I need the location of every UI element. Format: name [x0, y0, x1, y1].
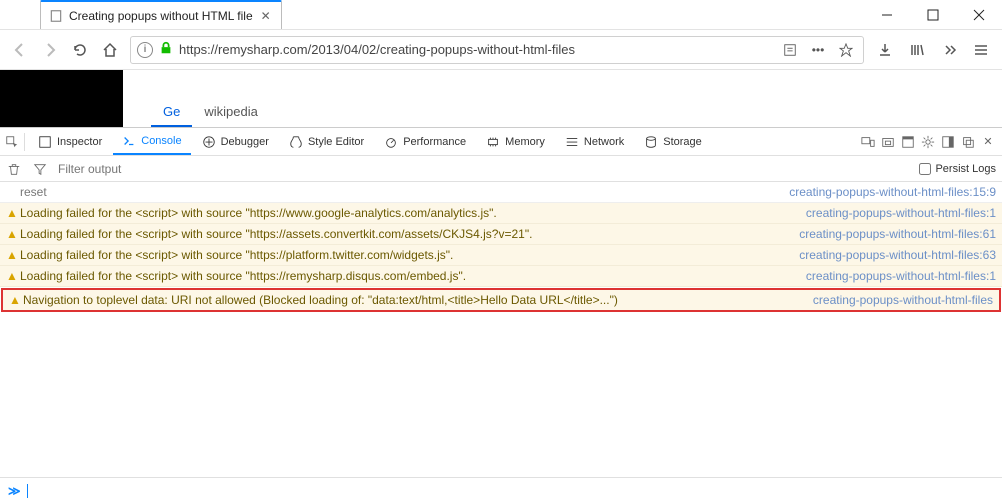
dock-window-icon[interactable]	[960, 134, 976, 150]
menu-icon[interactable]	[970, 39, 992, 61]
console-message: Loading failed for the <script> with sou…	[20, 248, 789, 262]
console-message: reset	[20, 185, 779, 199]
persist-logs-toggle[interactable]: Persist Logs	[919, 163, 996, 175]
home-button[interactable]	[100, 40, 120, 60]
devtools-panel: Inspector Console Debugger Style Editor …	[0, 127, 1002, 312]
console-location[interactable]: creating-popups-without-html-files:1	[796, 206, 996, 220]
close-devtools-icon[interactable]: ✕	[980, 134, 996, 150]
persist-checkbox[interactable]	[919, 163, 931, 175]
console-row: ▲Navigation to toplevel data: URI not al…	[1, 288, 1001, 312]
console-location[interactable]: creating-popups-without-html-files:1	[796, 269, 996, 283]
warning-icon: ▲	[6, 269, 20, 283]
browser-tab[interactable]: Creating popups without HTML file ✕	[40, 0, 282, 29]
input-caret	[27, 484, 28, 498]
back-button[interactable]	[10, 40, 30, 60]
tab-title: Creating popups without HTML file	[69, 9, 253, 23]
library-icon[interactable]	[906, 39, 928, 61]
nav-toolbar: i •••	[0, 30, 1002, 70]
console-message: Navigation to toplevel data: URI not all…	[23, 293, 803, 307]
console-location[interactable]: creating-popups-without-html-files:63	[789, 248, 996, 262]
forward-button[interactable]	[40, 40, 60, 60]
minimize-button[interactable]	[864, 0, 910, 30]
prompt-icon: ≫	[8, 484, 21, 498]
page-icon	[49, 9, 63, 23]
page-tabs: Ge wikipedia	[151, 98, 270, 127]
url-bar[interactable]: i •••	[130, 36, 864, 64]
window-titlebar: Creating popups without HTML file ✕	[0, 0, 1002, 30]
tab-performance[interactable]: Performance	[375, 130, 475, 154]
console-location[interactable]: creating-popups-without-html-files:61	[789, 227, 996, 241]
console-filter-bar: Persist Logs	[0, 156, 1002, 182]
console-output: resetcreating-popups-without-html-files:…	[0, 182, 1002, 312]
console-row: ▲Loading failed for the <script> with so…	[0, 266, 1002, 287]
iframe-picker-icon[interactable]	[900, 134, 916, 150]
settings-icon[interactable]	[920, 134, 936, 150]
tab-inspector[interactable]: Inspector	[29, 130, 111, 154]
reload-button[interactable]	[70, 40, 90, 60]
tab-network[interactable]: Network	[556, 130, 633, 154]
element-picker-icon[interactable]	[4, 134, 20, 150]
page-tab-other[interactable]: wikipedia	[192, 98, 269, 127]
warning-icon: ▲	[6, 248, 20, 262]
tab-debugger[interactable]: Debugger	[193, 130, 278, 154]
warning-icon: ▲	[9, 293, 23, 307]
console-location[interactable]: creating-popups-without-html-files:15:9	[779, 185, 996, 199]
site-info-icon[interactable]: i	[137, 42, 153, 58]
console-row: resetcreating-popups-without-html-files:…	[0, 182, 1002, 203]
warning-icon: ▲	[6, 206, 20, 220]
filter-icon[interactable]	[32, 161, 48, 177]
reader-icon[interactable]	[779, 39, 801, 61]
console-input-line[interactable]: ≫	[0, 477, 1002, 503]
overflow-icon[interactable]	[938, 39, 960, 61]
more-actions-icon[interactable]: •••	[807, 39, 829, 61]
tab-style-editor[interactable]: Style Editor	[280, 130, 373, 154]
tab-memory[interactable]: Memory	[477, 130, 554, 154]
filter-input[interactable]	[58, 162, 909, 176]
responsive-icon[interactable]	[860, 134, 876, 150]
clear-console-icon[interactable]	[6, 161, 22, 177]
close-tab-icon[interactable]: ✕	[259, 9, 273, 23]
downloads-icon[interactable]	[874, 39, 896, 61]
tab-storage[interactable]: Storage	[635, 130, 711, 154]
dock-side-icon[interactable]	[940, 134, 956, 150]
warning-icon	[6, 185, 20, 199]
console-message: Loading failed for the <script> with sou…	[20, 269, 796, 283]
close-window-button[interactable]	[956, 0, 1002, 30]
page-content: Ge wikipedia	[0, 70, 1002, 127]
maximize-button[interactable]	[910, 0, 956, 30]
console-row: ▲Loading failed for the <script> with so…	[0, 224, 1002, 245]
page-tab-active[interactable]: Ge	[151, 98, 192, 127]
console-message: Loading failed for the <script> with sou…	[20, 227, 789, 241]
console-row: ▲Loading failed for the <script> with so…	[0, 203, 1002, 224]
url-input[interactable]	[179, 42, 773, 57]
console-row: ▲Loading failed for the <script> with so…	[0, 245, 1002, 266]
warning-icon: ▲	[6, 227, 20, 241]
console-message: Loading failed for the <script> with sou…	[20, 206, 796, 220]
console-location[interactable]: creating-popups-without-html-files	[803, 293, 993, 307]
screenshot-node-icon[interactable]	[880, 134, 896, 150]
tab-console[interactable]: Console	[113, 129, 190, 155]
lock-icon	[159, 41, 173, 58]
bookmark-icon[interactable]	[835, 39, 857, 61]
devtools-toolbar: Inspector Console Debugger Style Editor …	[0, 128, 1002, 156]
